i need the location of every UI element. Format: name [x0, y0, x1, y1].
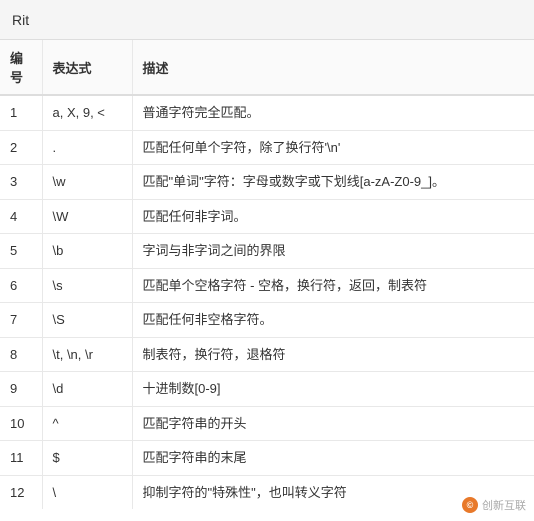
cell-expr: \s — [42, 268, 132, 303]
cell-expr: \w — [42, 165, 132, 200]
cell-expr: \W — [42, 199, 132, 234]
cell-num: 7 — [0, 303, 42, 338]
cell-expr: \b — [42, 234, 132, 269]
header-bar: Rit — [0, 0, 534, 40]
cell-expr: \S — [42, 303, 132, 338]
watermark-text: 创新互联 — [482, 497, 526, 513]
cell-num: 12 — [0, 475, 42, 509]
col-header-num: 编号 — [0, 40, 42, 95]
cell-desc: 普通字符完全匹配。 — [132, 95, 534, 130]
cell-desc: 匹配字符串的末尾 — [132, 441, 534, 476]
cell-num: 9 — [0, 372, 42, 407]
cell-expr: . — [42, 130, 132, 165]
table-row: 11$匹配字符串的末尾 — [0, 441, 534, 476]
cell-expr: ^ — [42, 406, 132, 441]
table-row: 3\w匹配"单词"字符：字母或数字或下划线[a-zA-Z0-9_]。 — [0, 165, 534, 200]
col-header-desc: 描述 — [132, 40, 534, 95]
table-row: 2.匹配任何单个字符，除了换行符'\n' — [0, 130, 534, 165]
cell-num: 1 — [0, 95, 42, 130]
cell-desc: 制表符，换行符，退格符 — [132, 337, 534, 372]
table-row: 10^匹配字符串的开头 — [0, 406, 534, 441]
cell-desc: 匹配任何非字词。 — [132, 199, 534, 234]
cell-num: 4 — [0, 199, 42, 234]
table-row: 7\S匹配任何非空格字符。 — [0, 303, 534, 338]
table-row: 6\s匹配单个空格字符 - 空格，换行符，返回，制表符 — [0, 268, 534, 303]
cell-expr: \t, \n, \r — [42, 337, 132, 372]
table-row: 4\W匹配任何非字词。 — [0, 199, 534, 234]
cell-desc: 字词与非字词之间的界限 — [132, 234, 534, 269]
table-row: 12\抑制字符的"特殊性"，也叫转义字符 — [0, 475, 534, 509]
cell-expr: \d — [42, 372, 132, 407]
table-row: 8\t, \n, \r制表符，换行符，退格符 — [0, 337, 534, 372]
cell-num: 8 — [0, 337, 42, 372]
cell-desc: 匹配字符串的开头 — [132, 406, 534, 441]
cell-desc: 匹配任何非空格字符。 — [132, 303, 534, 338]
cell-num: 11 — [0, 441, 42, 476]
cell-desc: 匹配"单词"字符：字母或数字或下划线[a-zA-Z0-9_]。 — [132, 165, 534, 200]
cell-num: 5 — [0, 234, 42, 269]
table-row: 5\b字词与非字词之间的界限 — [0, 234, 534, 269]
cell-expr: $ — [42, 441, 132, 476]
cell-num: 10 — [0, 406, 42, 441]
header-title: Rit — [12, 12, 29, 28]
watermark-icon: © — [462, 497, 478, 513]
col-header-expr: 表达式 — [42, 40, 132, 95]
table-row: 1a, X, 9, <普通字符完全匹配。 — [0, 95, 534, 130]
table-row: 9\d十进制数[0-9] — [0, 372, 534, 407]
cell-expr: a, X, 9, < — [42, 95, 132, 130]
cell-desc: 十进制数[0-9] — [132, 372, 534, 407]
cell-expr: \ — [42, 475, 132, 509]
cell-num: 3 — [0, 165, 42, 200]
table-header-row: 编号 表达式 描述 — [0, 40, 534, 95]
regex-table: 编号 表达式 描述 1a, X, 9, <普通字符完全匹配。2.匹配任何单个字符… — [0, 40, 534, 509]
cell-desc: 匹配单个空格字符 - 空格，换行符，返回，制表符 — [132, 268, 534, 303]
cell-num: 2 — [0, 130, 42, 165]
watermark: © 创新互联 — [462, 497, 526, 513]
cell-num: 6 — [0, 268, 42, 303]
cell-desc: 匹配任何单个字符，除了换行符'\n' — [132, 130, 534, 165]
